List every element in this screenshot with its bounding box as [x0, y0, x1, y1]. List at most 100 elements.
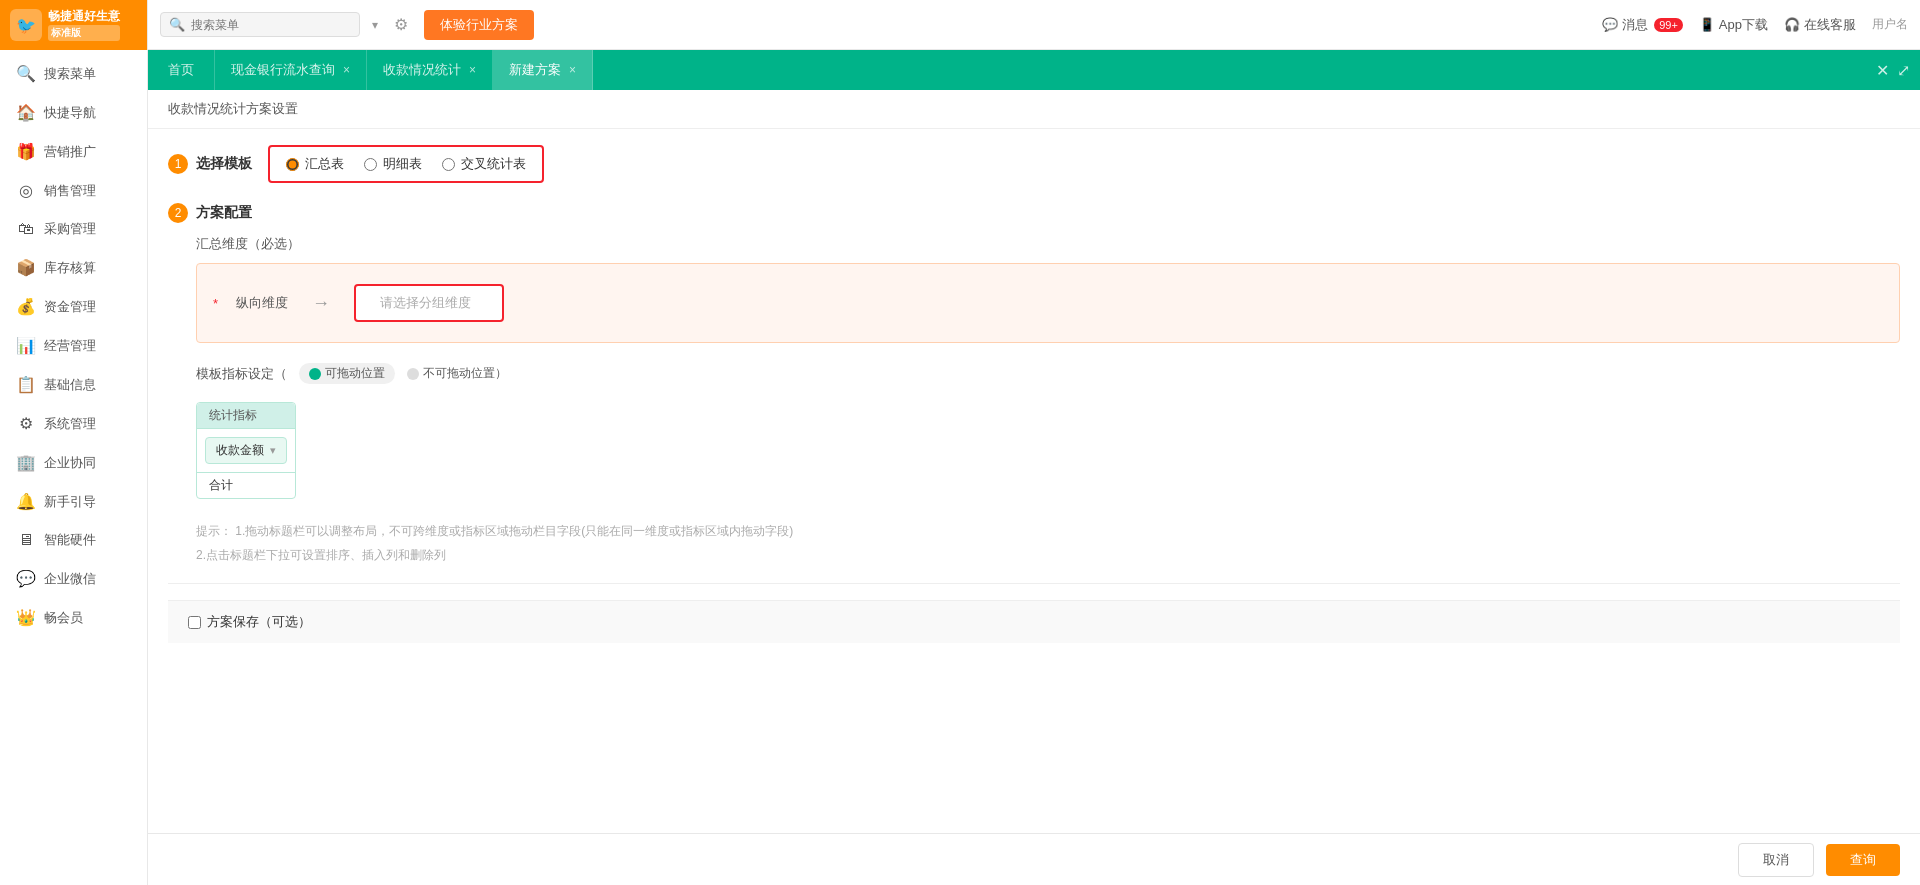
- stat-cell-total: 合计: [197, 472, 295, 498]
- sidebar-item-hardware[interactable]: 🖥 智能硬件: [0, 521, 147, 559]
- tab-stat-label: 收款情况统计: [383, 61, 461, 79]
- step2-number: 2: [168, 203, 188, 223]
- sidebar-item-marketing[interactable]: 🎁 营销推广: [0, 132, 147, 171]
- tab-home-label: 首页: [168, 61, 194, 79]
- sidebar-item-label: 营销推广: [44, 143, 96, 161]
- download-button[interactable]: 📱 App下载: [1699, 16, 1768, 34]
- not-movable-tag: 不可拖动位置）: [407, 365, 507, 382]
- sidebar-item-label: 新手引导: [44, 493, 96, 511]
- sidebar-item-wechat[interactable]: 💬 企业微信: [0, 559, 147, 598]
- search-icon: 🔍: [16, 64, 36, 83]
- sidebar-item-label: 智能硬件: [44, 531, 96, 549]
- movable-label: 可拖动位置: [325, 365, 385, 382]
- radio-cross-label: 交叉统计表: [461, 155, 526, 173]
- stat-tag-label: 收款金额: [216, 442, 264, 459]
- tab-bank-close-icon[interactable]: ×: [343, 63, 350, 77]
- page-header: 收款情况统计方案设置: [148, 90, 1920, 129]
- logo-text: 畅捷通好生意: [48, 9, 120, 25]
- radio-summary-input[interactable]: [286, 158, 299, 171]
- sidebar-item-basic[interactable]: 📋 基础信息: [0, 365, 147, 404]
- download-label: App下载: [1719, 16, 1768, 34]
- sidebar-item-member[interactable]: 👑 畅会员: [0, 598, 147, 637]
- app-logo: 🐦 畅捷通好生意 标准版: [0, 0, 147, 50]
- save-label[interactable]: 方案保存（可选）: [207, 613, 311, 631]
- radio-cross[interactable]: 交叉统计表: [442, 155, 526, 173]
- system-icon: ⚙: [16, 414, 36, 433]
- home-icon: 🏠: [16, 103, 36, 122]
- dimension-area: * 纵向维度 → 请选择分组维度: [196, 263, 1900, 343]
- radio-detail[interactable]: 明细表: [364, 155, 422, 173]
- query-button[interactable]: 查询: [1826, 844, 1900, 876]
- tabbar-controls: ✕ ⤢: [1866, 61, 1920, 80]
- step1-section: 1 选择模板 汇总表 明细表 交叉统计表: [168, 145, 1900, 183]
- tab-bank[interactable]: 现金银行流水查询 ×: [215, 50, 367, 90]
- enterprise-icon: 🏢: [16, 453, 36, 472]
- divider: [168, 583, 1900, 584]
- operation-icon: 📊: [16, 336, 36, 355]
- page-content: 收款情况统计方案设置 1 选择模板 汇总表 明细表: [148, 90, 1920, 885]
- sidebar-item-label: 经营管理: [44, 337, 96, 355]
- member-icon: 👑: [16, 608, 36, 627]
- indicator-label: 模板指标设定（ 可拖动位置 不可拖动位置）: [196, 363, 1900, 384]
- sales-icon: ◎: [16, 181, 36, 200]
- not-movable-label: 不可拖动位置）: [423, 365, 507, 382]
- maximize-icon[interactable]: ⤢: [1897, 61, 1910, 80]
- save-checkbox[interactable]: [188, 616, 201, 629]
- sidebar-item-system[interactable]: ⚙ 系统管理: [0, 404, 147, 443]
- radio-detail-input[interactable]: [364, 158, 377, 171]
- stat-box: 统计指标 收款金额 ▾ 合计: [196, 402, 296, 499]
- movable-tag: 可拖动位置: [299, 363, 395, 384]
- arrow-right-icon: →: [312, 293, 330, 314]
- sidebar-item-finance[interactable]: 💰 资金管理: [0, 287, 147, 326]
- edition-badge: 标准版: [48, 25, 120, 41]
- support-button[interactable]: 🎧 在线客服: [1784, 16, 1856, 34]
- row-dimension-label: 纵向维度: [236, 294, 288, 312]
- topbar-right: 💬 消息 99+ 📱 App下载 🎧 在线客服 用户名: [1602, 16, 1908, 34]
- sidebar-item-label: 畅会员: [44, 609, 83, 627]
- search-chevron-icon[interactable]: ▾: [372, 18, 378, 32]
- save-option: 方案保存（可选）: [168, 600, 1900, 643]
- stat-tag-amount[interactable]: 收款金额 ▾: [205, 437, 287, 464]
- tab-stat[interactable]: 收款情况统计 ×: [367, 50, 493, 90]
- sidebar-item-label: 销售管理: [44, 182, 96, 200]
- tab-new-label: 新建方案: [509, 61, 561, 79]
- tab-new-close-icon[interactable]: ×: [569, 63, 576, 77]
- sidebar-nav: 🔍 搜索菜单 🏠 快捷导航 🎁 营销推广 ◎ 销售管理 🛍 采购管理 📦 库存核…: [0, 50, 147, 885]
- bottom-bar: 取消 查询: [148, 833, 1920, 885]
- tip-text-2: 2.点击标题栏下拉可设置排序、插入列和删除列: [196, 543, 446, 567]
- tab-stat-close-icon[interactable]: ×: [469, 63, 476, 77]
- radio-summary[interactable]: 汇总表: [286, 155, 344, 173]
- sidebar-item-quick[interactable]: 🏠 快捷导航: [0, 93, 147, 132]
- logo-icon: 🐦: [10, 9, 42, 41]
- sidebar-item-search[interactable]: 🔍 搜索菜单: [0, 54, 147, 93]
- sidebar-item-guide[interactable]: 🔔 新手引导: [0, 482, 147, 521]
- wechat-icon: 💬: [16, 569, 36, 588]
- cancel-button[interactable]: 取消: [1738, 843, 1814, 877]
- sidebar-item-enterprise[interactable]: 🏢 企业协同: [0, 443, 147, 482]
- search-box[interactable]: 🔍: [160, 12, 360, 37]
- tab-new[interactable]: 新建方案 ×: [493, 50, 593, 90]
- finance-icon: 💰: [16, 297, 36, 316]
- trial-button[interactable]: 体验行业方案: [424, 10, 534, 40]
- search-input[interactable]: [191, 18, 341, 32]
- message-button[interactable]: 💬 消息 99+: [1602, 16, 1683, 34]
- step2-title: 方案配置: [196, 204, 252, 222]
- sidebar: 🐦 畅捷通好生意 标准版 🔍 搜索菜单 🏠 快捷导航 🎁 营销推广 ◎ 销售管理…: [0, 0, 148, 885]
- close-window-icon[interactable]: ✕: [1876, 61, 1889, 80]
- guide-icon: 🔔: [16, 492, 36, 511]
- radio-cross-input[interactable]: [442, 158, 455, 171]
- sidebar-item-operation[interactable]: 📊 经营管理: [0, 326, 147, 365]
- gear-icon[interactable]: ⚙: [394, 15, 408, 34]
- message-label: 消息: [1622, 16, 1648, 34]
- breadcrumb: 收款情况统计方案设置: [168, 101, 298, 116]
- sidebar-item-sales[interactable]: ◎ 销售管理: [0, 171, 147, 210]
- indicator-label-text: 模板指标设定（: [196, 365, 287, 383]
- sidebar-item-purchase[interactable]: 🛍 采购管理: [0, 210, 147, 248]
- dimension-select[interactable]: 请选择分组维度: [354, 284, 504, 322]
- tab-home[interactable]: 首页: [148, 50, 215, 90]
- support-label: 在线客服: [1804, 16, 1856, 34]
- sidebar-item-inventory[interactable]: 📦 库存核算: [0, 248, 147, 287]
- dimension-label: 汇总维度（必选）: [196, 235, 1900, 253]
- sidebar-item-label: 搜索菜单: [44, 65, 96, 83]
- sidebar-item-label: 系统管理: [44, 415, 96, 433]
